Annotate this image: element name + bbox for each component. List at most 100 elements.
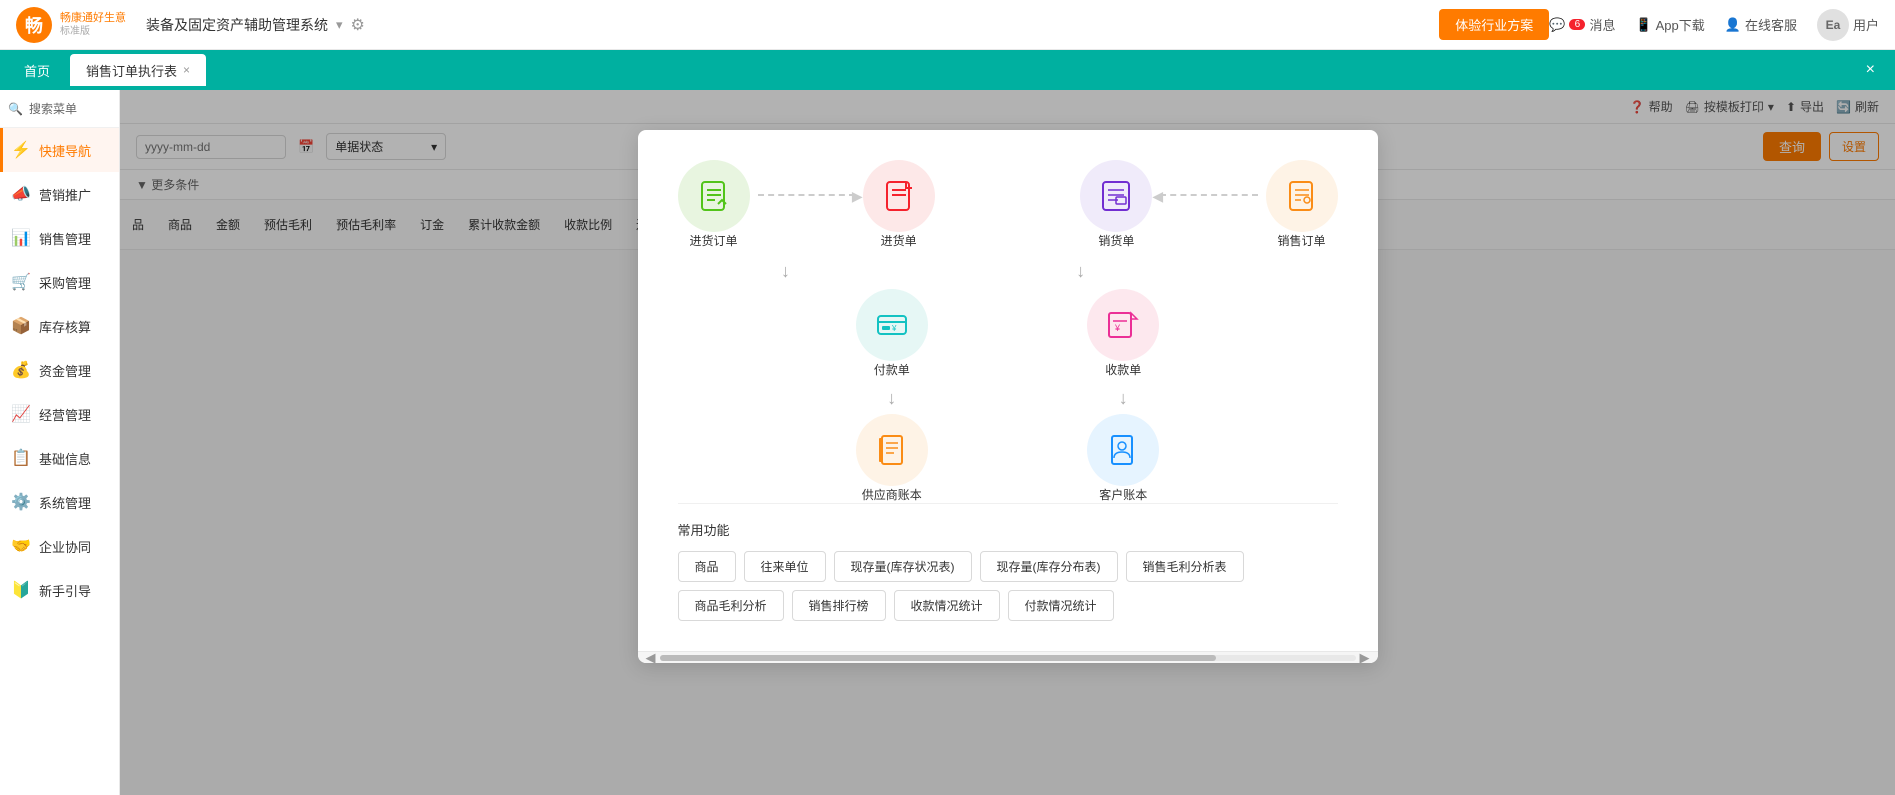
logo-area: 畅 畅康通好生意 标准版 [16, 7, 136, 43]
sidebar-item-inventory[interactable]: 📦 库存核算 [0, 304, 119, 348]
sidebar-icon-basic: 📋 [11, 448, 31, 468]
sidebar-label-quick-nav: 快捷导航 [39, 141, 91, 160]
modal: 进货订单 ▶ [638, 130, 1378, 663]
sidebar-icon-marketing: 📣 [11, 184, 31, 204]
main-layout: 🔍 搜索菜单 ⚡ 快捷导航 📣 营销推广 📊 销售管理 🛒 采购管理 📦 库存核… [0, 90, 1895, 795]
sidebar-icon-inventory: 📦 [11, 316, 31, 336]
function-btn[interactable]: 付款情况统计 [1008, 590, 1114, 621]
sidebar-icon-sales: 📊 [11, 228, 31, 248]
supplier-ledger-icon [856, 414, 928, 486]
flow-down-arrows: ↓ ↓ [678, 257, 1338, 285]
tab-home[interactable]: 首页 [8, 54, 66, 86]
function-btn[interactable]: 销售毛利分析表 [1126, 551, 1244, 582]
function-buttons: 商品往来单位现存量(库存状况表) 现存量(库存分布表) 销售毛利分析表商品毛利分析销… [678, 551, 1338, 621]
sidebar-label-system: 系统管理 [39, 493, 91, 512]
svg-text:¥: ¥ [891, 324, 897, 333]
sidebar-item-sales[interactable]: 📊 销售管理 [0, 216, 119, 260]
trial-button[interactable]: 体验行业方案 [1439, 9, 1549, 40]
search-icon: 🔍 [8, 102, 23, 116]
sales-order-label: 销售订单 [1277, 232, 1325, 249]
flow-bottom-row: 供应商账本 客户账本 [678, 414, 1338, 503]
tab-close-icon[interactable]: × [183, 63, 190, 77]
message-label: 消息 [1589, 15, 1615, 34]
scrollbar-left-arrow[interactable]: ◀ [642, 650, 660, 664]
sidebar-items: ⚡ 快捷导航 📣 营销推广 📊 销售管理 🛒 采购管理 📦 库存核算 💰 资金管… [0, 128, 119, 612]
common-functions: 常用功能 商品往来单位现存量(库存状况表)现存量(库存分布表)销售毛利分析表商品… [678, 503, 1338, 621]
flow-item-purchase-bill[interactable]: 进货单 [863, 160, 935, 249]
flow-item-sales-order[interactable]: 销售订单 [1266, 160, 1338, 249]
scrollbar-right-arrow[interactable]: ▶ [1356, 650, 1374, 664]
content-area: ❓ 帮助 🖨 按模板打印 ▾ ⬆ 导出 🔄 刷新 📅 单据状态 [120, 90, 1895, 795]
function-btn[interactable]: 现存量(库存状况表) [834, 551, 972, 582]
sidebar-item-finance[interactable]: 💰 资金管理 [0, 348, 119, 392]
sidebar-item-enterprise[interactable]: 🤝 企业协同 [0, 524, 119, 568]
sidebar-item-operations[interactable]: 📈 经营管理 [0, 392, 119, 436]
flow-item-purchase-order[interactable]: 进货订单 [678, 160, 750, 249]
sidebar-icon-enterprise: 🤝 [11, 536, 31, 556]
sidebar-label-finance: 资金管理 [39, 361, 91, 380]
nav-tabs: 首页 销售订单执行表 × × [0, 50, 1895, 90]
sidebar-icon-operations: 📈 [11, 404, 31, 424]
avatar: Ea [1817, 9, 1849, 41]
purchase-order-icon [678, 160, 750, 232]
function-btn[interactable]: 商品毛利分析 [678, 590, 784, 621]
online-service-label: 在线客服 [1745, 15, 1797, 34]
message-item[interactable]: 💬 6 消息 [1549, 15, 1615, 34]
function-btn[interactable]: 往来单位 [744, 551, 826, 582]
sidebar: 🔍 搜索菜单 ⚡ 快捷导航 📣 营销推广 📊 销售管理 🛒 采购管理 📦 库存核… [0, 90, 120, 795]
sidebar-icon-newbie: 🔰 [11, 580, 31, 600]
flow-middle-row: ¥ 付款单 ¥ 收款单 [678, 289, 1338, 378]
modal-scrollbar[interactable]: ◀ ▶ [638, 651, 1378, 663]
system-name-text: 装备及固定资产辅助管理系统 [146, 15, 328, 35]
online-service-item[interactable]: 👤 在线客服 [1725, 15, 1797, 34]
function-btn[interactable]: 收款情况统计 [894, 590, 1000, 621]
function-btn[interactable]: 现存量(库存分布表) [980, 551, 1118, 582]
logo-text: 畅康通好生意 标准版 [60, 11, 126, 38]
sidebar-item-quick-nav[interactable]: ⚡ 快捷导航 [0, 128, 119, 172]
sidebar-label-marketing: 营销推广 [39, 185, 91, 204]
flow-item-payment[interactable]: ¥ 付款单 [856, 289, 928, 378]
flow-item-sales-bill[interactable]: 销货单 [1080, 160, 1152, 249]
customer-ledger-label: 客户账本 [1099, 486, 1147, 503]
nav-close-button[interactable]: × [1854, 61, 1887, 79]
sidebar-item-basic[interactable]: 📋 基础信息 [0, 436, 119, 480]
header-right: 💬 6 消息 📱 App下载 👤 在线客服 Ea 用户 [1549, 9, 1879, 41]
sidebar-search-label: 搜索菜单 [29, 100, 77, 117]
arrow-sb-down: ↓ [1045, 257, 1117, 285]
user-label: 用户 [1853, 15, 1879, 34]
user-item[interactable]: Ea 用户 [1817, 9, 1879, 41]
sidebar-search[interactable]: 🔍 搜索菜单 [0, 90, 119, 128]
scrollbar-thumb [660, 655, 1217, 661]
arrow-so-sb: ◀ [1152, 194, 1265, 216]
online-service-icon: 👤 [1725, 17, 1741, 33]
purchase-bill-icon [863, 160, 935, 232]
message-icon: 💬 [1549, 17, 1565, 33]
flow-item-supplier-ledger[interactable]: 供应商账本 [856, 414, 928, 503]
flow-item-receipt[interactable]: ¥ 收款单 [1087, 289, 1159, 378]
common-title: 常用功能 [678, 520, 1338, 539]
sidebar-item-marketing[interactable]: 📣 营销推广 [0, 172, 119, 216]
function-btn[interactable]: 商品 [678, 551, 736, 582]
payment-icon: ¥ [856, 289, 928, 361]
app-download-label: App下载 [1656, 15, 1705, 34]
settings-icon[interactable]: ⚙ [351, 15, 365, 35]
arrow-pay-down: ↓ [856, 386, 928, 410]
top-header: 畅 畅康通好生意 标准版 装备及固定资产辅助管理系统 ▾ ⚙ 体验行业方案 💬 … [0, 0, 1895, 50]
system-dropdown-icon[interactable]: ▾ [336, 17, 343, 33]
supplier-ledger-label: 供应商账本 [862, 486, 922, 503]
sidebar-label-inventory: 库存核算 [39, 317, 91, 336]
flow-item-customer-ledger[interactable]: 客户账本 [1087, 414, 1159, 503]
sidebar-icon-purchase: 🛒 [11, 272, 31, 292]
flow-diagram: 进货订单 ▶ [678, 160, 1338, 503]
app-download-item[interactable]: 📱 App下载 [1635, 15, 1704, 34]
sidebar-icon-system: ⚙️ [11, 492, 31, 512]
function-btn[interactable]: 销售排行榜 [792, 590, 886, 621]
tab-active[interactable]: 销售订单执行表 × [70, 54, 206, 86]
modal-overlay[interactable]: 进货订单 ▶ [120, 90, 1895, 795]
sidebar-item-system[interactable]: ⚙️ 系统管理 [0, 480, 119, 524]
sidebar-item-newbie[interactable]: 🔰 新手引导 [0, 568, 119, 612]
sidebar-item-purchase[interactable]: 🛒 采购管理 [0, 260, 119, 304]
customer-ledger-icon [1087, 414, 1159, 486]
sidebar-icon-quick-nav: ⚡ [11, 140, 31, 160]
flow-top-row: 进货订单 ▶ [678, 160, 1338, 249]
